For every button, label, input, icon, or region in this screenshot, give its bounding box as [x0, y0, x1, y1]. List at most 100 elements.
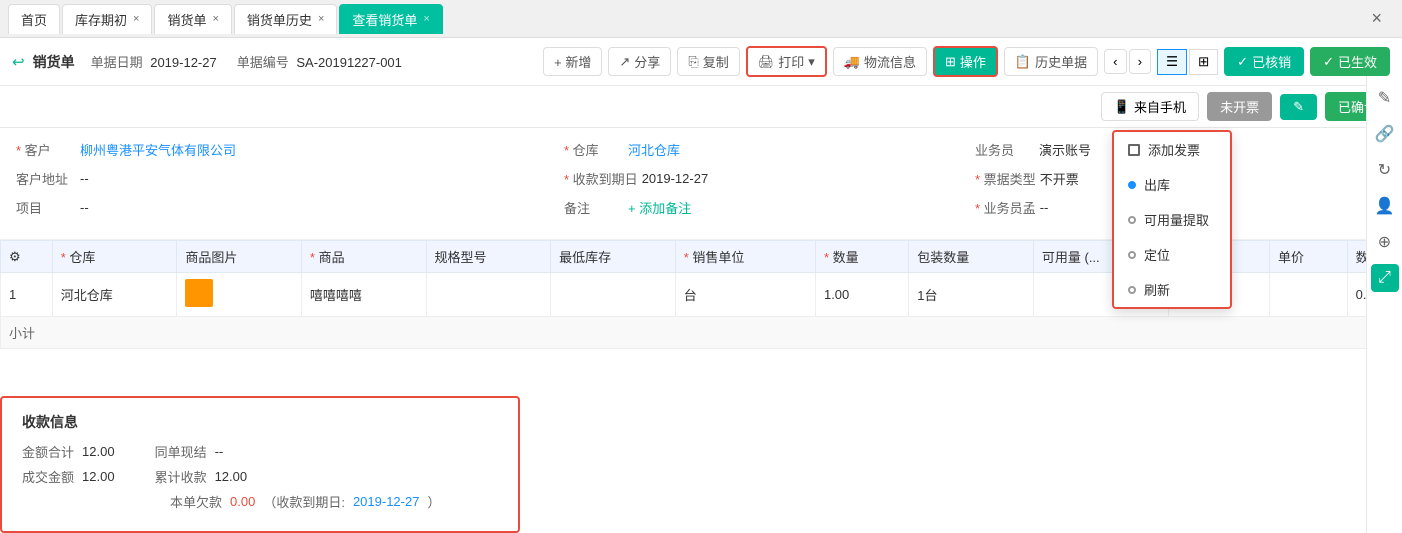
salesperson-value: --	[1036, 200, 1053, 215]
col-settings[interactable]: ⚙	[1, 241, 53, 273]
doc-number-meta: 单据编号 SA-20191227-001	[237, 52, 402, 71]
already-effective-label: 已生效	[1338, 52, 1377, 71]
tab-inventory-init[interactable]: 库存期初 ×	[62, 4, 152, 34]
transaction-value: 12.00	[82, 469, 115, 484]
history-button[interactable]: 📋 历史单据	[1004, 47, 1098, 76]
dropdown-available-qty[interactable]: 可用量提取	[1114, 202, 1230, 237]
note-label: 备注	[564, 198, 624, 217]
arrears-field: 本单欠款 0.00 （收款到期日: 2019-12-27 ）	[170, 492, 440, 511]
print-icon: 🖨	[758, 54, 775, 70]
edit-icon: ✎	[1293, 99, 1304, 115]
due-end: ）	[427, 492, 440, 511]
row-spec	[426, 273, 551, 317]
window-close-button[interactable]: ×	[1359, 8, 1394, 29]
view-grid-button[interactable]: ⊞	[1189, 49, 1218, 75]
not-opened-label: 未开票	[1220, 97, 1259, 116]
tab-sales-order[interactable]: 销货单 ×	[154, 4, 231, 34]
staff-value: 演示账号	[1035, 140, 1095, 159]
not-opened-button[interactable]: 未开票	[1207, 92, 1272, 121]
edit-button[interactable]: ✎	[1280, 94, 1317, 120]
check2-icon: ✓	[1323, 54, 1334, 70]
view-list-button[interactable]: ☰	[1157, 49, 1187, 75]
from-phone-label: 来自手机	[1134, 97, 1186, 116]
due-date-value: 2019-12-27	[353, 494, 420, 509]
print-button[interactable]: 🖨 打印 ▾	[746, 46, 827, 77]
tab-sales-history-close[interactable]: ×	[318, 13, 324, 25]
dropdown-locate[interactable]: 定位	[1114, 237, 1230, 272]
add-button[interactable]: + 新增	[543, 47, 602, 76]
tab-sales-history-label: 销货单历史	[247, 10, 312, 29]
tab-inventory-init-close[interactable]: ×	[133, 13, 139, 25]
address-value: --	[76, 171, 93, 186]
row-product: 嘻嘻嘻嘻	[301, 273, 426, 317]
toolbar-right: + 新增 ↗ 分享 ⎘ 复制 🖨 打印 ▾ 🚚 物流信息	[543, 46, 1390, 77]
share-button[interactable]: ↗ 分享	[608, 47, 671, 76]
sidebar-star-icon[interactable]: ⊕	[1371, 228, 1399, 256]
due-date-label: 收款到期日	[564, 169, 638, 188]
row-sales-unit: 台	[675, 273, 815, 317]
dropdown-refresh[interactable]: 刷新	[1114, 272, 1230, 307]
product-image	[185, 279, 213, 307]
col-pack-qty: 包装数量	[909, 241, 1034, 273]
col-sales-unit: 销售单位	[675, 241, 815, 273]
dropdown-refresh-label: 刷新	[1144, 280, 1170, 299]
warehouse-field: 仓库 河北仓库	[564, 140, 975, 159]
tab-view-sales-close[interactable]: ×	[423, 13, 429, 25]
sidebar-link-icon[interactable]: 🔗	[1371, 120, 1399, 148]
doc-date-label: 单据日期	[91, 55, 143, 70]
total-amount-field: 金额合计 12.00	[22, 442, 115, 461]
add-note-button[interactable]: + 添加备注	[624, 198, 695, 217]
payment-row-1: 金额合计 12.00 同单现结 --	[22, 442, 498, 461]
toolbar: ↩ 销货单 单据日期 2019-12-27 单据编号 SA-20191227-0…	[0, 38, 1402, 86]
row-quantity: 1.00	[815, 273, 908, 317]
from-phone-button[interactable]: 📱 来自手机	[1101, 92, 1199, 121]
tab-sales-order-close[interactable]: ×	[212, 13, 218, 25]
already-effective-button[interactable]: ✓ 已生效	[1310, 47, 1390, 76]
share-icon: ↗	[619, 54, 630, 70]
customer-label: 客户	[16, 140, 76, 159]
tab-view-sales[interactable]: 查看销货单 ×	[339, 4, 442, 34]
address-field: 客户地址 --	[16, 169, 564, 188]
sidebar-user-icon[interactable]: 👤	[1371, 192, 1399, 220]
tab-sales-history[interactable]: 销货单历史 ×	[234, 4, 337, 34]
doc-date-meta: 单据日期 2019-12-27	[91, 52, 217, 71]
copy-button[interactable]: ⎘ 复制	[677, 47, 739, 76]
customer-value[interactable]: 柳州粤港平安气体有限公司	[76, 140, 240, 159]
dropdown-add-invoice[interactable]: 添加发票	[1114, 132, 1230, 167]
sidebar-expand-icon[interactable]: ⤢	[1371, 264, 1399, 292]
sidebar-edit-icon[interactable]: ✎	[1371, 84, 1399, 112]
available-qty-icon	[1128, 216, 1136, 224]
sidebar-refresh-icon[interactable]: ↻	[1371, 156, 1399, 184]
logistics-button[interactable]: 🚚 物流信息	[833, 47, 927, 76]
nav-prev-button[interactable]: ‹	[1104, 49, 1126, 74]
doc-number-label: 单据编号	[237, 55, 289, 70]
tab-view-sales-label: 查看销货单	[352, 10, 417, 29]
row-unit-price	[1270, 273, 1348, 317]
already-cancelled-button[interactable]: ✓ 已核销	[1224, 47, 1304, 76]
dropdown-add-invoice-label: 添加发票	[1148, 140, 1200, 159]
payment-row-2: 成交金额 12.00 累计收款 12.00	[22, 467, 498, 486]
operations-button[interactable]: ⊞ 操作	[933, 46, 998, 77]
dropdown-outbound[interactable]: 出库	[1114, 167, 1230, 202]
copy-icon: ⎘	[688, 54, 698, 70]
view-toggle: ☰ ⊞	[1157, 49, 1218, 75]
nav-next-button[interactable]: ›	[1129, 49, 1151, 74]
dropdown-outbound-label: 出库	[1144, 175, 1170, 194]
staff-label: 业务员	[975, 140, 1035, 159]
col-product-img: 商品图片	[177, 241, 302, 273]
payment-title: 收款信息	[22, 412, 498, 432]
arrears-label: 本单欠款	[170, 492, 222, 511]
due-date-field: 收款到期日 2019-12-27	[564, 169, 975, 188]
subtotal-row: 小计	[1, 317, 1402, 349]
locate-icon	[1128, 251, 1136, 259]
tab-home[interactable]: 首页	[8, 4, 60, 34]
col-min-stock: 最低库存	[551, 241, 676, 273]
already-cancelled-label: 已核销	[1252, 52, 1291, 71]
warehouse-value[interactable]: 河北仓库	[624, 140, 684, 159]
payment-row-3: 本单欠款 0.00 （收款到期日: 2019-12-27 ）	[22, 492, 498, 511]
cumulative-field: 累计收款 12.00	[155, 467, 248, 486]
print-dropdown-arrow: ▾	[808, 54, 815, 70]
history-label: 历史单据	[1035, 52, 1087, 71]
payment-info-box: 收款信息 金额合计 12.00 同单现结 -- 成交金额 12.00 累计收款	[0, 396, 520, 533]
ticket-type-label: 票据类型	[975, 169, 1036, 188]
